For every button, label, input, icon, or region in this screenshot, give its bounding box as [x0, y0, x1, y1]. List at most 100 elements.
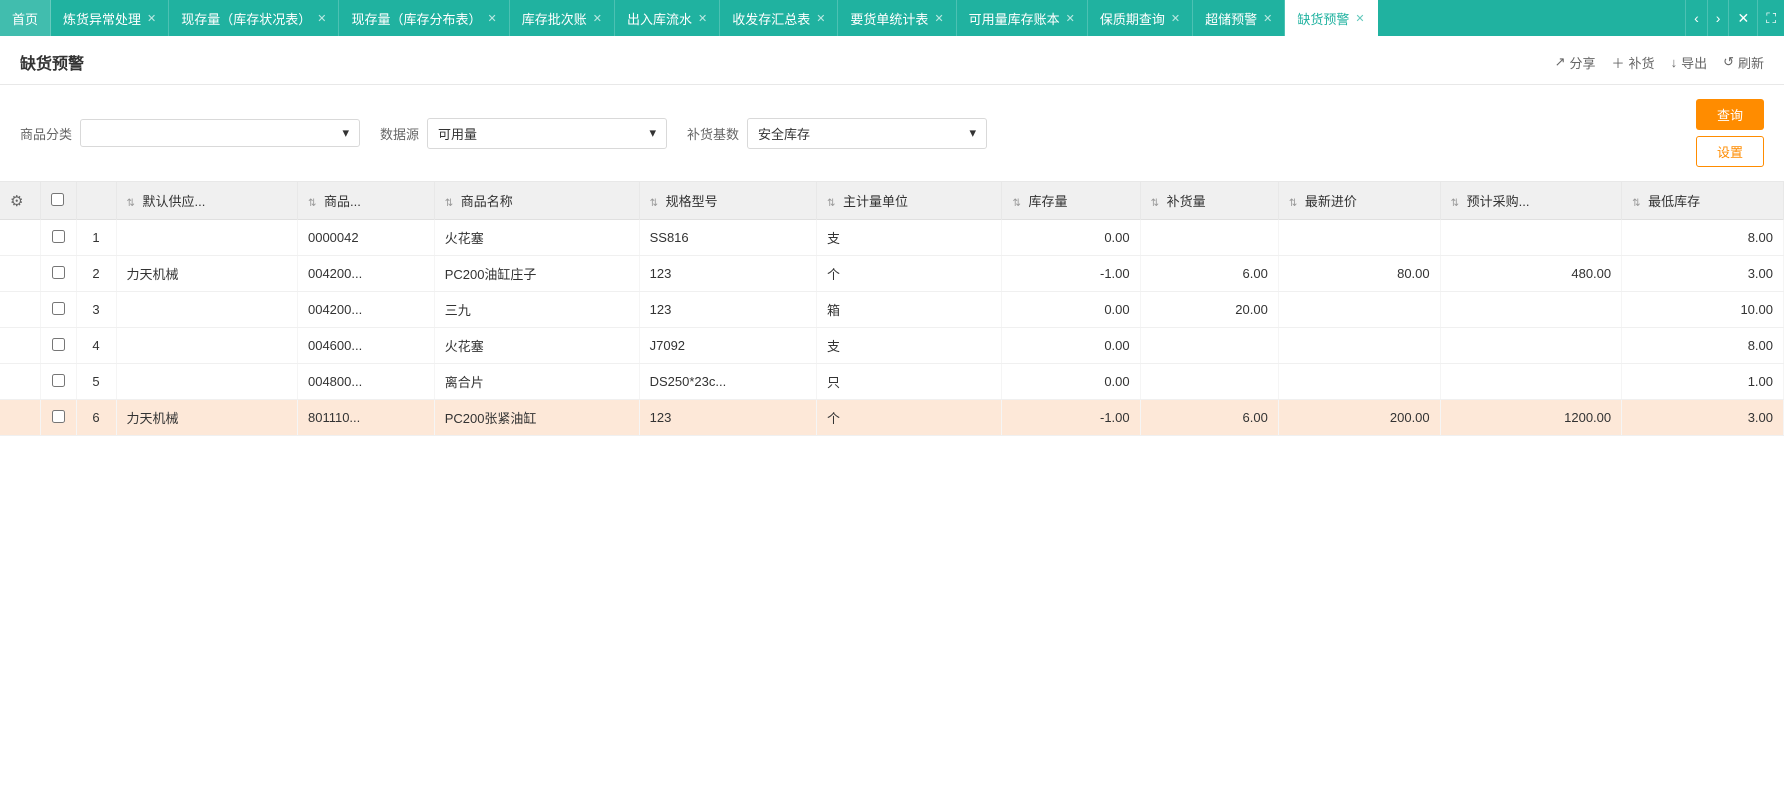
query-button[interactable]: 查询: [1696, 99, 1764, 130]
col-header-product-code[interactable]: ⇅ 商品...: [297, 182, 434, 220]
refresh-button[interactable]: ↺ 刷新: [1723, 53, 1764, 72]
row-spec: 123: [639, 292, 816, 328]
row-stock-qty: 0.00: [1002, 364, 1140, 400]
row-latest-price: [1278, 364, 1440, 400]
table-row: 4 004600... 火花塞 J7092 支 0.00 8.00: [0, 328, 1784, 364]
tab-nav-buttons: ‹ › ✕ ⛶: [1685, 0, 1784, 36]
col-header-min-stock[interactable]: ⇅ 最低库存: [1622, 182, 1784, 220]
row-checkbox[interactable]: [52, 266, 65, 279]
col-header-product-name[interactable]: ⇅ 商品名称: [434, 182, 639, 220]
settings-button[interactable]: 设置: [1696, 136, 1764, 167]
tab-order-stats-close[interactable]: ✕: [934, 12, 943, 25]
row-seq: 4: [76, 328, 116, 364]
tab-inout-flow[interactable]: 出入库流水 ✕: [615, 0, 720, 36]
tab-overstock-warning-close[interactable]: ✕: [1263, 12, 1272, 25]
row-settings-cell: [0, 400, 40, 436]
tab-fullscreen-btn[interactable]: ⛶: [1757, 0, 1784, 36]
col-header-stock-qty[interactable]: ⇅ 库存量: [1002, 182, 1140, 220]
tab-exception[interactable]: 炼货异常处理 ✕: [51, 0, 169, 36]
datasource-dropdown-icon: ▾: [650, 125, 657, 141]
tab-shortage-warning[interactable]: 缺货预警 ✕: [1285, 0, 1377, 36]
replenish-dropdown-icon: ▾: [970, 125, 977, 141]
tab-overstock-warning[interactable]: 超储预警 ✕: [1193, 0, 1285, 36]
row-product-name: PC200张紧油缸: [434, 400, 639, 436]
row-settings-cell: [0, 292, 40, 328]
row-default-supplier: 力天机械: [116, 256, 297, 292]
row-checkbox[interactable]: [52, 302, 65, 315]
row-unit: 支: [817, 328, 1002, 364]
tab-inventory-dist[interactable]: 现存量（库存分布表） ✕: [339, 0, 509, 36]
tab-batch-account[interactable]: 库存批次账 ✕: [510, 0, 615, 36]
replenish-label: 补货基数: [687, 124, 739, 143]
row-checkbox[interactable]: [52, 410, 65, 423]
row-settings-cell: [0, 328, 40, 364]
page-content: 缺货预警 ↗ 分享 ＋ 补货 ↓ 导出 ↺ 刷新 商品分类: [0, 36, 1784, 796]
row-default-supplier: 力天机械: [116, 400, 297, 436]
tab-shortage-warning-close[interactable]: ✕: [1355, 12, 1364, 25]
tab-home[interactable]: 首页: [0, 0, 51, 36]
datasource-value: 可用量: [438, 124, 477, 143]
row-replenish-qty: [1140, 220, 1278, 256]
col-header-latest-price[interactable]: ⇅ 最新进价: [1278, 182, 1440, 220]
tab-batch-account-close[interactable]: ✕: [593, 12, 602, 25]
page-title: 缺货预警: [20, 50, 1555, 74]
row-product-code: 004600...: [297, 328, 434, 364]
share-button[interactable]: ↗ 分享: [1555, 53, 1596, 72]
tab-collect-summary-close[interactable]: ✕: [816, 12, 825, 25]
row-latest-price: 80.00: [1278, 256, 1440, 292]
export-button[interactable]: ↓ 导出: [1671, 53, 1708, 72]
col-header-est-purchase[interactable]: ⇅ 预计采购...: [1440, 182, 1621, 220]
row-product-name: 三九: [434, 292, 639, 328]
row-latest-price: [1278, 328, 1440, 364]
row-checkbox[interactable]: [52, 338, 65, 351]
tab-inventory-status-close[interactable]: ✕: [317, 12, 326, 25]
row-stock-qty: -1.00: [1002, 256, 1140, 292]
tab-exception-close[interactable]: ✕: [147, 12, 156, 25]
restock-button[interactable]: ＋ 补货: [1612, 53, 1655, 72]
tab-expiry-query[interactable]: 保质期查询 ✕: [1088, 0, 1193, 36]
replenish-select[interactable]: 安全库存 ▾: [747, 118, 987, 149]
sort-icon: ⇅: [1451, 198, 1459, 209]
row-unit: 个: [817, 400, 1002, 436]
row-est-purchase: [1440, 292, 1621, 328]
row-product-name: PC200油缸庄子: [434, 256, 639, 292]
row-min-stock: 3.00: [1622, 256, 1784, 292]
page-header: 缺货预警 ↗ 分享 ＋ 补货 ↓ 导出 ↺ 刷新: [0, 36, 1784, 85]
row-seq: 6: [76, 400, 116, 436]
row-min-stock: 3.00: [1622, 400, 1784, 436]
row-checkbox[interactable]: [52, 374, 65, 387]
row-seq: 2: [76, 256, 116, 292]
tab-inventory-status[interactable]: 现存量（库存状况表） ✕: [169, 0, 339, 36]
tab-expiry-query-close[interactable]: ✕: [1171, 12, 1180, 25]
tab-order-stats[interactable]: 要货单统计表 ✕: [838, 0, 956, 36]
row-checkbox-cell: [40, 400, 76, 436]
row-stock-qty: 0.00: [1002, 220, 1140, 256]
table-body: 1 0000042 火花塞 SS816 支 0.00 8.00 2 力天机械 0…: [0, 220, 1784, 436]
tab-collect-summary[interactable]: 收发存汇总表 ✕: [720, 0, 838, 36]
gear-icon[interactable]: ⚙: [10, 193, 23, 210]
tab-prev-btn[interactable]: ‹: [1685, 0, 1707, 36]
select-all-checkbox[interactable]: [51, 193, 64, 206]
row-replenish-qty: 6.00: [1140, 256, 1278, 292]
col-header-default-supplier[interactable]: ⇅ 默认供应...: [116, 182, 297, 220]
tab-inventory-dist-close[interactable]: ✕: [488, 12, 497, 25]
col-header-unit[interactable]: ⇅ 主计量单位: [817, 182, 1002, 220]
col-header-replenish-qty[interactable]: ⇅ 补货量: [1140, 182, 1278, 220]
row-default-supplier: [116, 292, 297, 328]
row-est-purchase: 1200.00: [1440, 400, 1621, 436]
row-seq: 5: [76, 364, 116, 400]
row-settings-cell: [0, 256, 40, 292]
category-select[interactable]: ▾: [80, 119, 360, 147]
tab-close-btn[interactable]: ✕: [1728, 0, 1757, 36]
row-est-purchase: 480.00: [1440, 256, 1621, 292]
sort-icon: ⇅: [1289, 198, 1297, 209]
tab-inout-flow-close[interactable]: ✕: [698, 12, 707, 25]
row-checkbox[interactable]: [52, 230, 65, 243]
tab-available-ledger-close[interactable]: ✕: [1066, 12, 1075, 25]
datasource-select[interactable]: 可用量 ▾: [427, 118, 667, 149]
row-product-code: 801110...: [297, 400, 434, 436]
filter-bar: 商品分类 ▾ 数据源 可用量 ▾ 补货基数 安全库存 ▾ 查询 设置: [0, 85, 1784, 182]
tab-next-btn[interactable]: ›: [1707, 0, 1729, 36]
col-header-spec[interactable]: ⇅ 规格型号: [639, 182, 816, 220]
tab-available-ledger[interactable]: 可用量库存账本 ✕: [957, 0, 1088, 36]
